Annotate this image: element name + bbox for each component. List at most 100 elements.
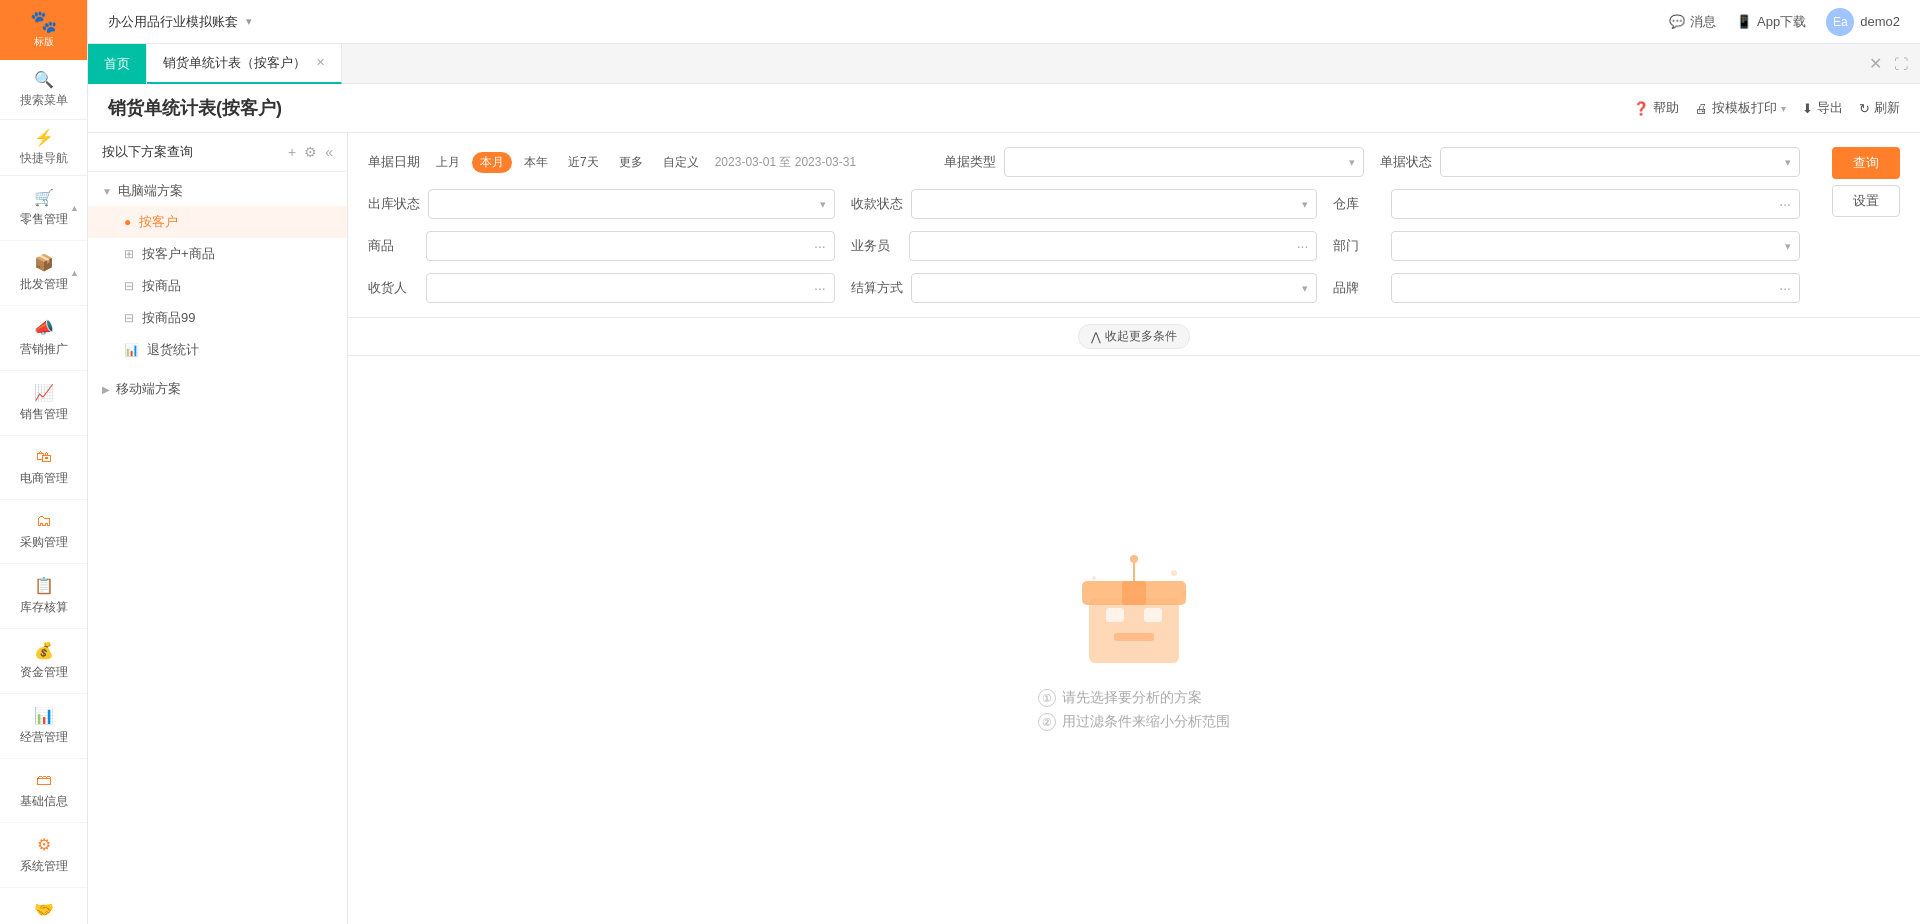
- search-menu[interactable]: 🔍 搜索菜单: [0, 60, 87, 120]
- sales-icon: 📈: [34, 383, 54, 402]
- user-menu[interactable]: Ea demo2: [1826, 8, 1900, 36]
- refresh-btn[interactable]: ↻ 刷新: [1859, 99, 1900, 117]
- filter-status-label: 单据状态: [1380, 153, 1432, 171]
- query-button[interactable]: 查询: [1832, 147, 1900, 179]
- filter-paystatus-item: 收款状态 ▾: [851, 189, 1318, 219]
- help-btn[interactable]: ❓ 帮助: [1633, 99, 1679, 117]
- collapse-panel-btn[interactable]: «: [325, 144, 333, 160]
- topbar-dropdown[interactable]: ▾: [246, 15, 252, 28]
- date-btn-more[interactable]: 更多: [611, 152, 651, 173]
- quick-nav-label: 快捷导航: [20, 150, 68, 167]
- receiver-dots[interactable]: ···: [814, 280, 826, 296]
- collapse-up-icon: ⋀: [1091, 330, 1101, 344]
- sidebar-item-base[interactable]: 🗃 基础信息: [0, 759, 87, 823]
- help-label: 帮助: [1653, 99, 1679, 117]
- scheme-settings-btn[interactable]: ⚙: [304, 144, 317, 160]
- scheme-item-by-product-99-label: 按商品99: [142, 309, 195, 327]
- hint-1-text: 请先选择要分析的方案: [1062, 689, 1202, 707]
- hint-2-text: 用过滤条件来缩小分析范围: [1062, 713, 1230, 731]
- filter-warehouse-control[interactable]: ···: [1391, 189, 1800, 219]
- filter-receiver-control[interactable]: ···: [426, 273, 835, 303]
- scheme-item-by-product[interactable]: ⊟ 按商品: [88, 270, 347, 302]
- filter-staff-control[interactable]: ···: [909, 231, 1318, 261]
- print-label: 按模板打印: [1712, 99, 1777, 117]
- product-dots[interactable]: ···: [814, 238, 826, 254]
- sidebar-item-sales[interactable]: 📈 销售管理: [0, 371, 87, 436]
- filter-row-2: 出库状态 ▾ 收款状态 ▾: [368, 189, 1800, 219]
- date-btn-this-month[interactable]: 本月: [472, 152, 512, 173]
- empty-hint-2: ② 用过滤条件来缩小分析范围: [1038, 713, 1230, 731]
- topbar-right: 💬 消息 📱 App下载 Ea demo2: [1669, 8, 1900, 36]
- stock-icon: 📋: [34, 576, 54, 595]
- filter-outstatus-control[interactable]: ▾: [428, 189, 835, 219]
- sidebar-item-corp[interactable]: 🤝 企业协同: [0, 888, 87, 924]
- collapse-btn[interactable]: ⋀ 收起更多条件: [1078, 324, 1190, 349]
- print-icon: 🖨: [1695, 101, 1708, 116]
- sidebar-item-stock[interactable]: 📋 库存核算: [0, 564, 87, 629]
- sidebar-item-retail[interactable]: 🛒 零售管理 ▲: [0, 176, 87, 241]
- scheme-item-by-customer[interactable]: ● 按客户: [88, 206, 347, 238]
- scheme-item-by-product-99[interactable]: ⊟ 按商品99: [88, 302, 347, 334]
- filter-type-control[interactable]: ▾: [1004, 147, 1364, 177]
- scheme-group-mobile-header[interactable]: ▶ 移动端方案: [88, 374, 347, 404]
- filter-receiver-label: 收货人: [368, 279, 418, 297]
- message-btn[interactable]: 💬 消息: [1669, 13, 1716, 31]
- filter-brand-control[interactable]: ···: [1391, 273, 1800, 303]
- desktop-group-label: 电脑端方案: [118, 182, 183, 200]
- window-close-btn[interactable]: ✕: [1869, 54, 1882, 73]
- query-btn-group: 查询 设置: [1832, 147, 1900, 217]
- brand-dots[interactable]: ···: [1779, 280, 1791, 296]
- date-btn-7days[interactable]: 近7天: [560, 152, 607, 173]
- sidebar-item-finance[interactable]: 💰 资金管理: [0, 629, 87, 694]
- filter-warehouse-label: 仓库: [1333, 195, 1383, 213]
- tab-close-btn[interactable]: ✕: [316, 56, 325, 69]
- filter-staff-item: 业务员 ···: [851, 231, 1318, 261]
- filter-status-item: 单据状态 ▾: [1380, 147, 1800, 177]
- empty-svg: [1064, 543, 1204, 673]
- date-btn-this-year[interactable]: 本年: [516, 152, 556, 173]
- sidebar-item-purchase[interactable]: 🗂 采购管理: [0, 500, 87, 564]
- filter-payment-control[interactable]: ▾: [911, 273, 1318, 303]
- export-btn[interactable]: ⬇ 导出: [1802, 99, 1843, 117]
- filter-paystatus-control[interactable]: ▾: [911, 189, 1318, 219]
- filter-paystatus-label: 收款状态: [851, 195, 903, 213]
- staff-dots[interactable]: ···: [1297, 238, 1309, 254]
- print-btn[interactable]: 🖨 按模板打印 ▾: [1695, 99, 1786, 117]
- date-btn-last-month[interactable]: 上月: [428, 152, 468, 173]
- filter-dept-label: 部门: [1333, 237, 1383, 255]
- quick-nav[interactable]: ⚡ 快捷导航: [0, 120, 87, 176]
- scheme-group-desktop-header[interactable]: ▼ 电脑端方案: [88, 176, 347, 206]
- warehouse-dots[interactable]: ···: [1779, 196, 1791, 212]
- date-btn-custom[interactable]: 自定义: [655, 152, 707, 173]
- filter-staff-label: 业务员: [851, 237, 901, 255]
- avatar: Ea: [1826, 8, 1854, 36]
- empty-illustration: [1064, 543, 1204, 673]
- svg-rect-2: [1122, 581, 1146, 605]
- app-download-btn[interactable]: 📱 App下载: [1736, 13, 1806, 31]
- filter-status-control[interactable]: ▾: [1440, 147, 1800, 177]
- collapse-bar[interactable]: ⋀ 收起更多条件: [348, 318, 1920, 356]
- date-range: 2023-03-01 至 2023-03-31: [715, 154, 856, 171]
- tab-home[interactable]: 首页: [88, 44, 147, 84]
- sidebar-item-ecom[interactable]: 🛍 电商管理: [0, 436, 87, 500]
- scheme-item-refund-stat[interactable]: 📊 退货统计: [88, 334, 347, 366]
- logo-icon: 🐾: [30, 11, 57, 33]
- settings-button[interactable]: 设置: [1832, 185, 1900, 217]
- add-scheme-btn[interactable]: +: [288, 144, 296, 160]
- tab-sales-stat[interactable]: 销货单统计表（按客户） ✕: [147, 44, 342, 84]
- tab-sales-stat-label: 销货单统计表（按客户）: [163, 54, 306, 72]
- sidebar-item-marketing[interactable]: 📣 营销推广: [0, 306, 87, 371]
- sidebar-item-sys[interactable]: ⚙ 系统管理: [0, 823, 87, 888]
- filter-brand-label: 品牌: [1333, 279, 1383, 297]
- sys-icon: ⚙: [37, 835, 51, 854]
- sidebar-item-biz[interactable]: 📊 经营管理: [0, 694, 87, 759]
- svg-point-4: [1182, 591, 1186, 595]
- window-maximize-btn[interactable]: ⛶: [1894, 56, 1908, 72]
- scheme-item-by-customer-product[interactable]: ⊞ 按客户+商品: [88, 238, 347, 270]
- empty-text-group: ① 请先选择要分析的方案 ② 用过滤条件来缩小分析范围: [1038, 689, 1230, 737]
- svg-rect-0: [1089, 598, 1179, 663]
- sidebar-item-wholesale[interactable]: 📦 批发管理 ▲: [0, 241, 87, 306]
- filter-product-control[interactable]: ···: [426, 231, 835, 261]
- filter-dept-control[interactable]: ▾: [1391, 231, 1800, 261]
- topbar: 办公用品行业模拟账套 ▾ 💬 消息 📱 App下载 Ea demo2: [88, 0, 1920, 44]
